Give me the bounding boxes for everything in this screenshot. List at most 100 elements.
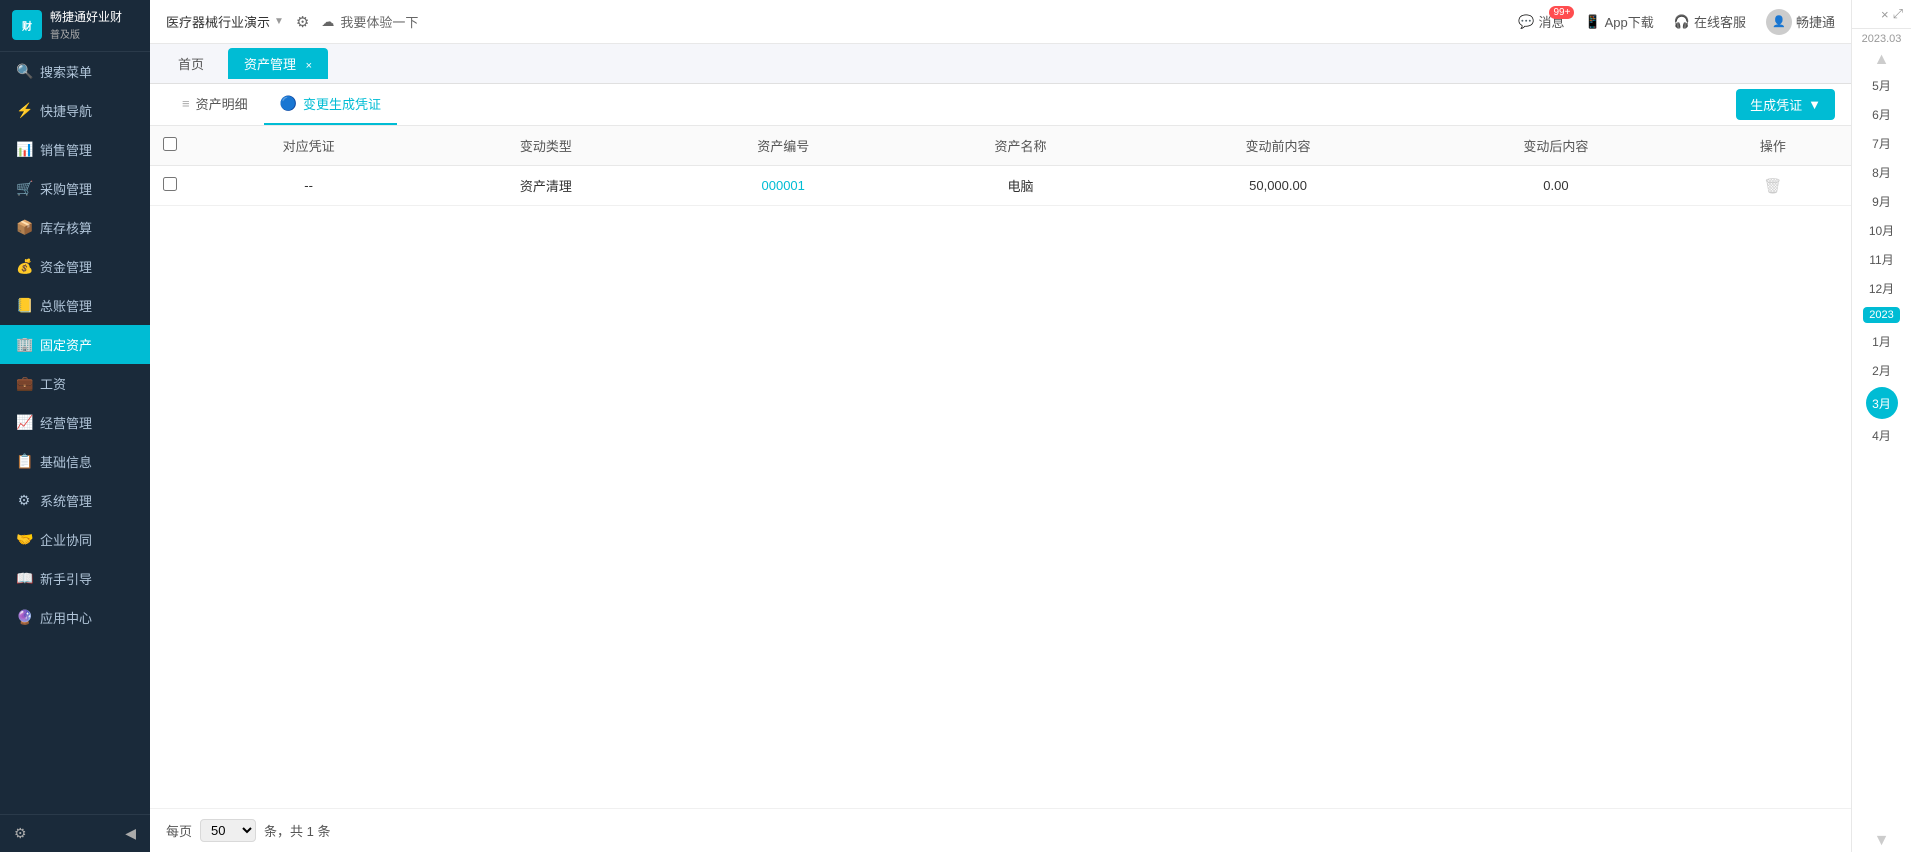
- delete-icon[interactable]: 🗑: [1763, 178, 1782, 195]
- ledger-icon: 📒: [16, 297, 32, 314]
- sidebar-item-corp-collab[interactable]: 🤝企业协同: [0, 520, 150, 559]
- per-page-select[interactable]: 50 10 20 100: [200, 819, 256, 842]
- payroll-icon: 💼: [16, 375, 32, 392]
- th-change-type: 变动类型: [427, 126, 664, 166]
- pagination-footer: 每页 50 10 20 100 条，共 1 条: [150, 808, 1851, 852]
- sidebar-item-basic-info[interactable]: 📋基础信息: [0, 442, 150, 481]
- experience-cloud-icon: ☁: [321, 14, 334, 30]
- main-content: 医疗器械行业演示 ▼ ⚙ ☁ 我要体验一下 💬 消息 99+ 📱 App下载 🎧…: [150, 0, 1851, 852]
- experience-btn[interactable]: ☁ 我要体验一下: [321, 12, 418, 31]
- month-8[interactable]: 8月: [1852, 158, 1911, 187]
- sidebar-item-label: 固定资产: [40, 335, 92, 354]
- row-change-type: 资产清理: [427, 166, 664, 206]
- user-menu[interactable]: 👤 畅捷通: [1766, 9, 1835, 35]
- message-btn[interactable]: 💬 消息 99+: [1518, 12, 1564, 31]
- month-7[interactable]: 7月: [1852, 129, 1911, 158]
- month-2[interactable]: 2月: [1852, 356, 1911, 385]
- table-wrap: 对应凭证 变动类型 资产编号 资产名称 变动前内容 变动后内容 操作: [150, 126, 1851, 808]
- sidebar-logo: 财 畅捷通好业财 普及版: [0, 0, 150, 52]
- month-12[interactable]: 12月: [1852, 274, 1911, 303]
- month-3-active[interactable]: 3月: [1866, 387, 1898, 419]
- sub-tabs: ≡ 资产明细 🔵 变更生成凭证: [150, 84, 413, 125]
- sidebar-item-sales[interactable]: 📊 销售管理: [0, 130, 150, 169]
- sidebar-item-label: 新手引导: [40, 569, 92, 588]
- sidebar-item-funds[interactable]: 💰资金管理: [0, 247, 150, 286]
- month-5[interactable]: 5月: [1852, 71, 1911, 100]
- month-1[interactable]: 1月: [1852, 327, 1911, 356]
- sub-tabs-row: ≡ 资产明细 🔵 变更生成凭证 生成凭证 ▼: [150, 84, 1851, 126]
- row-action: 🗑: [1695, 166, 1851, 206]
- sidebar-item-search-menu[interactable]: 🔍搜索菜单: [0, 52, 150, 91]
- sidebar-item-payroll[interactable]: 💼工资: [0, 364, 150, 403]
- tab-home-label: 首页: [178, 57, 204, 72]
- sidebar-nav: 🔍搜索菜单⚡快捷导航 📊 销售管理 🛒 采购管理 📦库存核算💰资金管理📒总账管理 🏢 固定资产…: [0, 52, 150, 814]
- sidebar-item-label: 销售管理: [40, 140, 92, 159]
- change-voucher-icon: 🔵: [280, 95, 297, 112]
- table-head: 对应凭证 变动类型 资产编号 资产名称 变动前内容 变动后内容 操作: [150, 126, 1851, 166]
- asset-table: 对应凭证 变动类型 资产编号 资产名称 变动前内容 变动后内容 操作: [150, 126, 1851, 206]
- sidebar-item-ledger[interactable]: 📒总账管理: [0, 286, 150, 325]
- sidebar-item-app-center[interactable]: 🔮应用中心: [0, 598, 150, 637]
- row-before-change: 50,000.00: [1139, 166, 1417, 206]
- company-arrow-icon: ▼: [274, 16, 284, 27]
- download-icon: 📱: [1584, 14, 1600, 30]
- sidebar-item-label: 系统管理: [40, 491, 92, 510]
- panel-expand-icon[interactable]: ⤢: [1893, 6, 1903, 22]
- settings-icon[interactable]: ⚙: [296, 13, 309, 31]
- sidebar-item-fixed-assets[interactable]: 🏢 固定资产: [0, 325, 150, 364]
- generate-voucher-button[interactable]: 生成凭证 ▼: [1736, 89, 1835, 120]
- row-checkbox-cell: [150, 166, 190, 206]
- settings-icon[interactable]: ⚙: [14, 825, 27, 842]
- table-row: -- 资产清理 000001 电脑 50,000.00 0.00 🗑: [150, 166, 1851, 206]
- sidebar-item-quick-nav[interactable]: ⚡快捷导航: [0, 91, 150, 130]
- tab-close-icon[interactable]: ×: [306, 60, 312, 72]
- panel-close-icon[interactable]: ×: [1881, 7, 1889, 22]
- asset-detail-icon: ≡: [182, 96, 190, 111]
- sidebar-item-label: 经营管理: [40, 413, 92, 432]
- corp-collab-icon: 🤝: [16, 531, 32, 548]
- operations-icon: 📈: [16, 414, 32, 431]
- online-service-btn[interactable]: 🎧 在线客服: [1674, 12, 1746, 31]
- topbar-right: 💬 消息 99+ 📱 App下载 🎧 在线客服 👤 畅捷通: [1518, 9, 1835, 35]
- sidebar-item-label: 快捷导航: [40, 101, 92, 120]
- sales-icon: 📊: [16, 141, 32, 158]
- month-11[interactable]: 11月: [1852, 245, 1911, 274]
- calendar-up-arrow[interactable]: ▲: [1874, 49, 1890, 71]
- sidebar-item-guide[interactable]: 📖新手引导: [0, 559, 150, 598]
- app-download-btn[interactable]: 📱 App下载: [1584, 12, 1653, 31]
- sidebar-item-inventory[interactable]: 📦库存核算: [0, 208, 150, 247]
- message-badge: 99+: [1549, 6, 1574, 19]
- sub-tab-change-voucher[interactable]: 🔵 变更生成凭证: [264, 84, 397, 125]
- sidebar-item-label: 应用中心: [40, 608, 92, 627]
- th-asset-code: 资产编号: [665, 126, 902, 166]
- month-10[interactable]: 10月: [1852, 216, 1911, 245]
- th-before-change: 变动前内容: [1139, 126, 1417, 166]
- month-9[interactable]: 9月: [1852, 187, 1911, 216]
- month-4[interactable]: 4月: [1852, 421, 1911, 450]
- page-content: ≡ 资产明细 🔵 变更生成凭证 生成凭证 ▼: [150, 84, 1851, 852]
- row-after-change: 0.00: [1417, 166, 1695, 206]
- fixed-assets-icon: 🏢: [16, 336, 32, 353]
- company-selector[interactable]: 医疗器械行业演示 ▼: [166, 12, 284, 31]
- th-voucher: 对应凭证: [190, 126, 427, 166]
- select-all-checkbox[interactable]: [163, 137, 177, 151]
- tab-home[interactable]: 首页: [162, 48, 220, 79]
- total-label: 条，共 1 条: [264, 821, 330, 840]
- month-6[interactable]: 6月: [1852, 100, 1911, 129]
- sidebar-item-purchase[interactable]: 🛒 采购管理: [0, 169, 150, 208]
- purchase-icon: 🛒: [16, 180, 32, 197]
- sidebar-item-label: 搜索菜单: [40, 62, 92, 81]
- app-download-label: App下载: [1605, 12, 1654, 31]
- avatar: 👤: [1766, 9, 1792, 35]
- sidebar-item-operations[interactable]: 📈 经营管理: [0, 403, 150, 442]
- collapse-icon[interactable]: ◀: [125, 825, 136, 842]
- logo-text: 畅捷通好业财: [50, 10, 122, 26]
- tab-asset-management[interactable]: 资产管理 ×: [228, 48, 328, 79]
- row-checkbox[interactable]: [163, 177, 177, 191]
- sub-tab-asset-detail[interactable]: ≡ 资产明细: [166, 84, 264, 125]
- calendar-down-arrow[interactable]: ▼: [1874, 830, 1890, 852]
- sidebar-item-label: 采购管理: [40, 179, 92, 198]
- sidebar-item-system[interactable]: ⚙系统管理: [0, 481, 150, 520]
- message-icon: 💬: [1518, 14, 1534, 30]
- per-page-prefix: 每页: [166, 821, 192, 840]
